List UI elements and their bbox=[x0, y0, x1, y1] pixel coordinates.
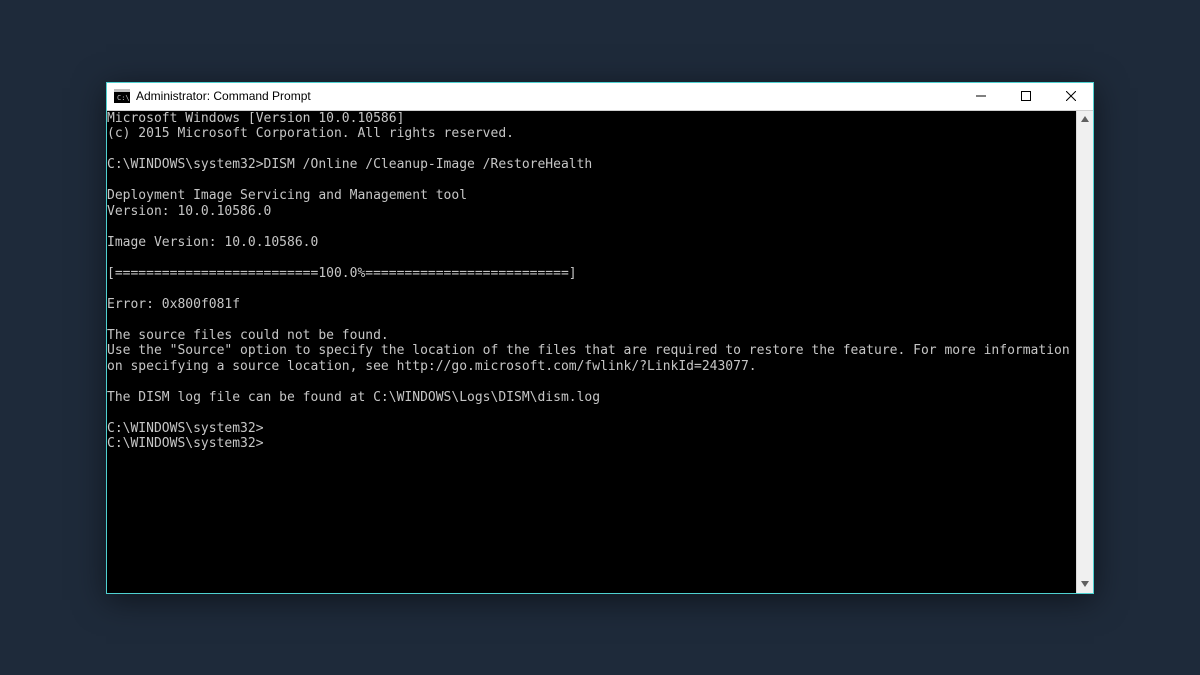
close-button[interactable] bbox=[1048, 83, 1093, 110]
console-line: Image Version: 10.0.10586.0 bbox=[107, 235, 1076, 251]
console-line bbox=[107, 142, 1076, 158]
console-line: Microsoft Windows [Version 10.0.10586] bbox=[107, 111, 1076, 127]
console-line: C:\WINDOWS\system32> bbox=[107, 436, 1076, 452]
console-client-area: Microsoft Windows [Version 10.0.10586](c… bbox=[107, 111, 1093, 593]
window-title: Administrator: Command Prompt bbox=[136, 89, 311, 103]
console-line: Deployment Image Servicing and Managemen… bbox=[107, 188, 1076, 204]
scroll-down-button[interactable] bbox=[1077, 576, 1093, 593]
cmd-icon: C:\ bbox=[114, 89, 130, 103]
console-line: C:\WINDOWS\system32>DISM /Online /Cleanu… bbox=[107, 157, 1076, 173]
console-line: Use the "Source" option to specify the l… bbox=[107, 343, 1076, 374]
console-line bbox=[107, 405, 1076, 421]
scroll-up-button[interactable] bbox=[1077, 111, 1093, 128]
console-line: (c) 2015 Microsoft Corporation. All righ… bbox=[107, 126, 1076, 142]
vertical-scrollbar[interactable] bbox=[1076, 111, 1093, 593]
titlebar[interactable]: C:\ Administrator: Command Prompt bbox=[107, 83, 1093, 111]
console-line: Version: 10.0.10586.0 bbox=[107, 204, 1076, 220]
console-line: Error: 0x800f081f bbox=[107, 297, 1076, 313]
console-line: C:\WINDOWS\system32> bbox=[107, 421, 1076, 437]
maximize-button[interactable] bbox=[1003, 83, 1048, 110]
console-line: The DISM log file can be found at C:\WIN… bbox=[107, 390, 1076, 406]
console-line bbox=[107, 374, 1076, 390]
scrollbar-track[interactable] bbox=[1077, 128, 1093, 576]
svg-text:C:\: C:\ bbox=[117, 94, 130, 102]
console-output[interactable]: Microsoft Windows [Version 10.0.10586](c… bbox=[107, 111, 1076, 593]
minimize-button[interactable] bbox=[958, 83, 1003, 110]
console-line bbox=[107, 173, 1076, 189]
console-line: [==========================100.0%=======… bbox=[107, 266, 1076, 282]
command-prompt-window: C:\ Administrator: Command Prompt Micros… bbox=[106, 82, 1094, 594]
console-line bbox=[107, 250, 1076, 266]
console-line: The source files could not be found. bbox=[107, 328, 1076, 344]
window-controls bbox=[958, 83, 1093, 110]
console-line bbox=[107, 312, 1076, 328]
console-line bbox=[107, 219, 1076, 235]
console-line bbox=[107, 281, 1076, 297]
